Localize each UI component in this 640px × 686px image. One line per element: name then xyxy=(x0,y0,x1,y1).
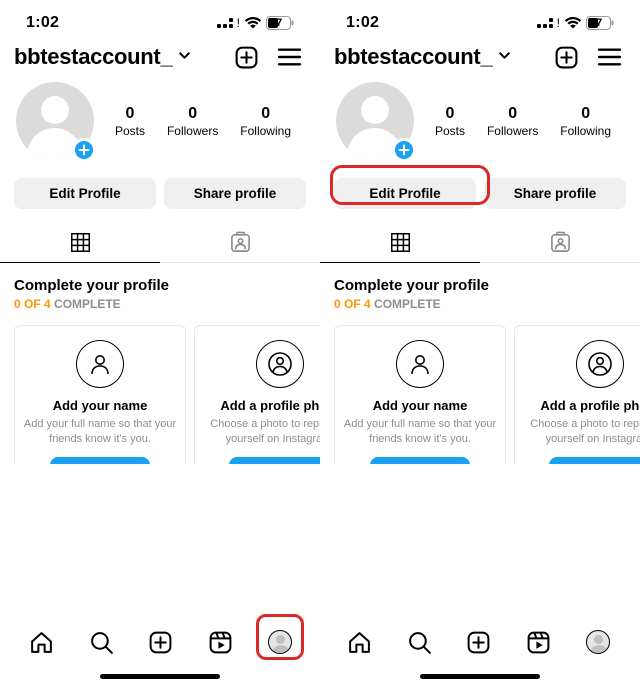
tab-profile[interactable] xyxy=(578,622,618,662)
hamburger-menu-icon[interactable] xyxy=(277,46,302,68)
stats-row: 0Posts 0Followers 0Following xyxy=(320,76,640,162)
status-bar: 1:02 ! 47 xyxy=(0,0,320,40)
grid-icon xyxy=(390,232,411,253)
username: bbtestaccount_ xyxy=(334,44,492,70)
stats-row: 0Posts 0Followers 0Following xyxy=(0,76,320,162)
home-indicator[interactable] xyxy=(100,674,220,679)
profile-actions: Edit Profile Share profile xyxy=(0,162,320,223)
tab-tagged[interactable] xyxy=(480,223,640,263)
person-outline-icon xyxy=(396,340,444,388)
cellular-extra-icon: ! xyxy=(557,16,560,30)
reels-icon xyxy=(526,630,551,655)
tab-create[interactable] xyxy=(459,622,499,662)
posts-stat[interactable]: 0Posts xyxy=(115,105,145,138)
reels-icon xyxy=(208,630,233,655)
profile-avatar-icon xyxy=(268,630,292,654)
chevron-down-icon xyxy=(498,49,511,65)
add-story-plus-icon[interactable] xyxy=(72,138,96,162)
battery-icon: 47 xyxy=(266,16,294,30)
create-post-icon[interactable] xyxy=(234,45,259,70)
wifi-icon xyxy=(244,16,262,29)
following-stat[interactable]: 0Following xyxy=(240,105,291,138)
tab-reels[interactable] xyxy=(519,622,559,662)
content-tabs xyxy=(320,223,640,263)
tab-create[interactable] xyxy=(141,622,181,662)
complete-profile-title: Complete your profile xyxy=(334,277,626,294)
tagged-icon xyxy=(229,231,252,254)
profile-header: bbtestaccount_ xyxy=(320,40,640,76)
profile-avatar[interactable] xyxy=(16,82,94,160)
search-icon xyxy=(407,630,432,655)
tab-tagged[interactable] xyxy=(160,223,320,263)
tab-search[interactable] xyxy=(81,622,121,662)
hamburger-menu-icon[interactable] xyxy=(597,46,622,68)
username: bbtestaccount_ xyxy=(14,44,172,70)
bottom-tabbar xyxy=(0,614,640,686)
avatar-outline-icon xyxy=(256,340,304,388)
profile-header: bbtestaccount_ xyxy=(0,40,320,76)
username-dropdown[interactable]: bbtestaccount_ xyxy=(14,44,191,70)
add-story-plus-icon[interactable] xyxy=(392,138,416,162)
background-fill xyxy=(0,464,640,614)
tagged-icon xyxy=(549,231,572,254)
home-icon xyxy=(29,630,54,655)
share-profile-button[interactable]: Share profile xyxy=(164,178,306,209)
status-bar: 1:02 ! 47 xyxy=(320,0,640,40)
create-post-icon[interactable] xyxy=(554,45,579,70)
complete-profile-progress: 0 OF 4 COMPLETE xyxy=(14,297,306,311)
chevron-down-icon xyxy=(178,49,191,65)
home-indicator[interactable] xyxy=(420,674,540,679)
tab-reels[interactable] xyxy=(201,622,241,662)
create-icon xyxy=(148,630,173,655)
wifi-icon xyxy=(564,16,582,29)
edit-profile-button[interactable]: Edit Profile xyxy=(14,178,156,209)
edit-profile-button[interactable]: Edit Profile xyxy=(334,178,476,209)
tab-grid[interactable] xyxy=(320,223,480,263)
content-tabs xyxy=(0,223,320,263)
cellular-icon xyxy=(537,18,553,28)
complete-profile-section: Complete your profile 0 OF 4 COMPLETE xyxy=(320,263,640,317)
create-icon xyxy=(466,630,491,655)
grid-icon xyxy=(70,232,91,253)
status-right: ! 47 xyxy=(217,16,294,30)
profile-avatar[interactable] xyxy=(336,82,414,160)
tab-home[interactable] xyxy=(340,622,380,662)
profile-avatar-icon xyxy=(586,630,610,654)
posts-stat[interactable]: 0Posts xyxy=(435,105,465,138)
followers-stat[interactable]: 0Followers xyxy=(167,105,218,138)
following-stat[interactable]: 0Following xyxy=(560,105,611,138)
home-icon xyxy=(347,630,372,655)
tab-home[interactable] xyxy=(22,622,62,662)
complete-profile-progress: 0 OF 4 COMPLETE xyxy=(334,297,626,311)
cellular-extra-icon: ! xyxy=(237,16,240,30)
share-profile-button[interactable]: Share profile xyxy=(484,178,626,209)
cellular-icon xyxy=(217,18,233,28)
status-time: 1:02 xyxy=(346,14,379,32)
complete-profile-section: Complete your profile 0 OF 4 COMPLETE xyxy=(0,263,320,317)
username-dropdown[interactable]: bbtestaccount_ xyxy=(334,44,511,70)
complete-profile-title: Complete your profile xyxy=(14,277,306,294)
profile-actions: Edit Profile Share profile xyxy=(320,162,640,223)
status-right: ! 47 xyxy=(537,16,614,30)
avatar-outline-icon xyxy=(576,340,624,388)
tab-grid[interactable] xyxy=(0,223,160,263)
status-time: 1:02 xyxy=(26,14,59,32)
tab-search[interactable] xyxy=(399,622,439,662)
battery-icon: 47 xyxy=(586,16,614,30)
tab-profile[interactable] xyxy=(260,622,300,662)
person-outline-icon xyxy=(76,340,124,388)
search-icon xyxy=(89,630,114,655)
followers-stat[interactable]: 0Followers xyxy=(487,105,538,138)
